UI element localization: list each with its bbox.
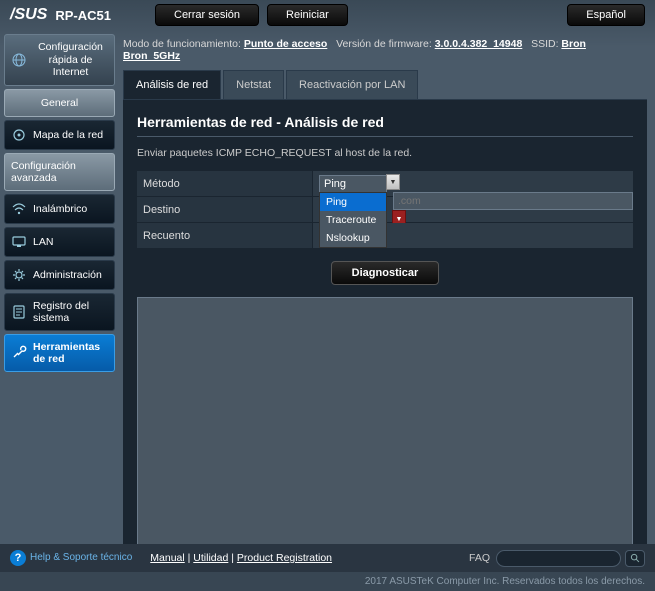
sidebar-item-map[interactable]: Mapa de la red xyxy=(4,120,115,150)
dropdown-option-nslookup[interactable]: Nslookup xyxy=(320,229,386,247)
tab-analysis[interactable]: Análisis de red xyxy=(123,70,221,99)
content-area: Modo de funcionamiento: Punto de acceso … xyxy=(119,30,655,560)
sidebar-quick-setup[interactable]: Configuración rápida de Internet xyxy=(4,34,115,86)
panel-title: Herramientas de red - Análisis de red xyxy=(137,114,633,130)
sidebar-item-syslog[interactable]: Registro del sistema xyxy=(4,293,115,331)
tab-wol[interactable]: Reactivación por LAN xyxy=(286,70,418,99)
log-icon xyxy=(11,304,27,320)
sidebar-item-label: Herramientas de red xyxy=(33,341,108,365)
footer: ? Help & Soporte técnico Manual | Utilid… xyxy=(0,544,655,591)
mode-label: Modo de funcionamiento: xyxy=(123,38,241,50)
map-icon xyxy=(11,127,27,143)
sidebar-item-label: Administración xyxy=(33,269,102,281)
link-manual[interactable]: Manual xyxy=(150,552,184,564)
globe-icon xyxy=(11,52,27,68)
faq-label[interactable]: FAQ xyxy=(469,552,490,564)
target-label: Destino xyxy=(137,197,313,222)
info-line: Modo de funcionamiento: Punto de acceso … xyxy=(123,34,647,66)
output-textarea[interactable] xyxy=(137,297,633,555)
mode-value[interactable]: Punto de acceso xyxy=(244,38,327,50)
sidebar-item-label: LAN xyxy=(33,236,53,248)
target-input[interactable] xyxy=(393,192,633,210)
tab-bar: Análisis de red Netstat Reactivación por… xyxy=(123,70,647,100)
model-label: RP-AC51 xyxy=(55,8,111,23)
logout-button[interactable]: Cerrar sesión xyxy=(155,4,259,26)
tab-netstat[interactable]: Netstat xyxy=(223,70,284,99)
sidebar-item-label: Inalámbrico xyxy=(33,203,87,215)
panel: Herramientas de red - Análisis de red En… xyxy=(123,100,647,568)
ssid-label: SSID: xyxy=(531,38,558,50)
sidebar-item-lan[interactable]: LAN xyxy=(4,227,115,257)
sidebar-item-wireless[interactable]: Inalámbrico xyxy=(4,194,115,224)
diagnose-button[interactable]: Diagnosticar xyxy=(331,261,440,285)
copyright: 2017 ASUSTeK Computer Inc. Reservados to… xyxy=(0,572,655,591)
top-bar: /SUS RP-AC51 Cerrar sesión Reiniciar Esp… xyxy=(0,0,655,30)
chevron-down-icon[interactable] xyxy=(386,174,400,190)
sidebar-section-general: General xyxy=(4,89,115,117)
help-icon[interactable]: ? xyxy=(10,550,26,566)
sidebar-section-advanced: Configuración avanzada xyxy=(4,153,115,191)
tools-icon xyxy=(11,345,27,361)
help-label[interactable]: Help & Soporte técnico xyxy=(30,553,132,563)
gear-icon xyxy=(11,267,27,283)
lan-icon xyxy=(11,234,27,250)
language-button[interactable]: Español xyxy=(567,4,645,26)
sidebar-item-nettools[interactable]: Herramientas de red xyxy=(4,334,115,372)
method-label: Método xyxy=(137,171,313,196)
count-label: Recuento xyxy=(137,223,313,248)
sidebar-item-label: Registro del sistema xyxy=(33,300,108,324)
ssid-value-2: Bron_5GHz xyxy=(123,50,180,62)
footer-search-input[interactable] xyxy=(496,550,621,567)
dropdown-option-traceroute[interactable]: Traceroute xyxy=(320,211,386,229)
ssid-value-1: Bron xyxy=(561,38,586,50)
panel-desc: Enviar paquetes ICMP ECHO_REQUEST al hos… xyxy=(137,147,633,159)
fw-value[interactable]: 3.0.0.4.382_14948 xyxy=(435,38,523,50)
footer-links: Manual | Utilidad | Product Registration xyxy=(150,552,332,564)
wifi-icon xyxy=(11,201,27,217)
reboot-button[interactable]: Reiniciar xyxy=(267,4,348,26)
fw-label: Versión de firmware: xyxy=(336,38,432,50)
dropdown-option-ping[interactable]: Ping xyxy=(320,193,386,211)
sidebar-quick-label: Configuración rápida de Internet xyxy=(33,41,108,79)
sidebar-item-label: Mapa de la red xyxy=(33,129,103,141)
brand-logo: /SUS xyxy=(10,6,47,24)
sidebar-item-admin[interactable]: Administración xyxy=(4,260,115,290)
link-product-reg[interactable]: Product Registration xyxy=(237,552,332,564)
sidebar: Configuración rápida de Internet General… xyxy=(0,30,119,560)
divider xyxy=(137,136,633,137)
link-utility[interactable]: Utilidad xyxy=(193,552,228,564)
search-icon[interactable] xyxy=(625,550,645,567)
method-dropdown: Ping Traceroute Nslookup xyxy=(319,192,387,248)
